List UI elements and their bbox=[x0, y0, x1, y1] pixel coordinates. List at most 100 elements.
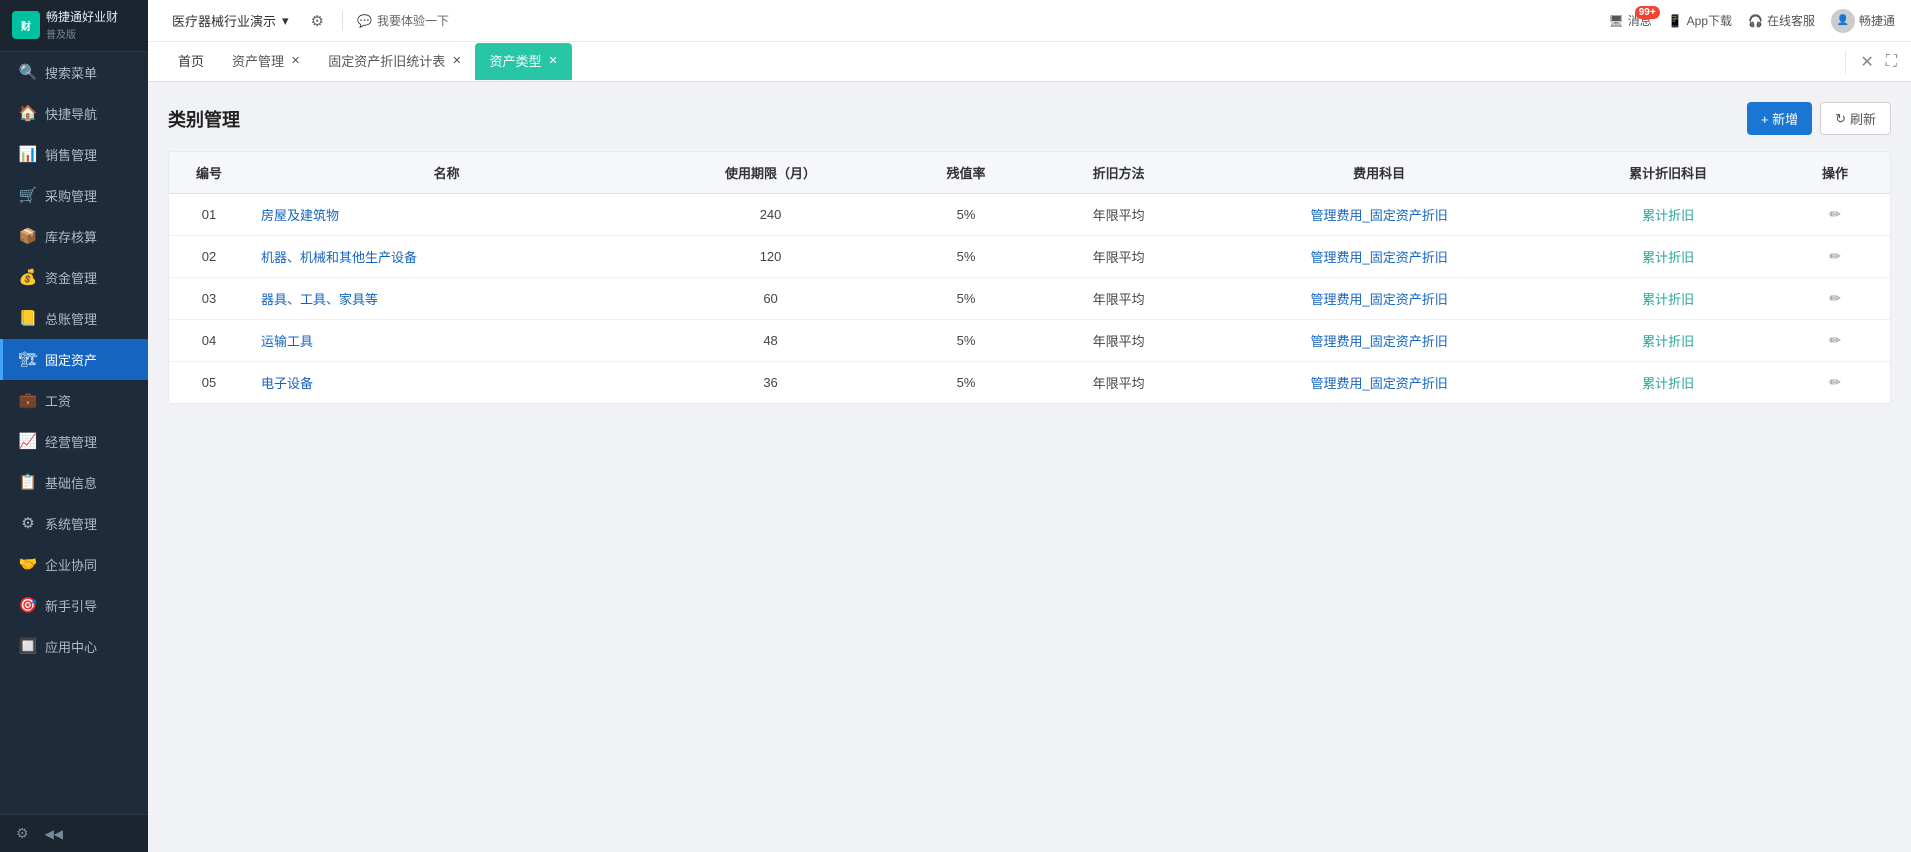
table-row: 02 机器、机械和其他生产设备 120 5% 年限平均 管理费用_固定资产折旧 … bbox=[169, 236, 1890, 278]
sidebar-item-label-basic-info: 基础信息 bbox=[45, 473, 97, 492]
table-body: 01 房屋及建筑物 240 5% 年限平均 管理费用_固定资产折旧 累计折旧 ✏… bbox=[169, 194, 1890, 404]
topbar-left: 医疗器械行业演示 ▾ ⚙ 💬 我要体验一下 bbox=[164, 7, 449, 34]
cell-expense-1: 管理费用_固定资产折旧 bbox=[1202, 236, 1556, 278]
sidebar-item-label-inventory: 库存核算 bbox=[45, 227, 97, 246]
sidebar-item-guide[interactable]: 🎯 新手引导 bbox=[0, 585, 148, 626]
cell-id-0: 01 bbox=[169, 194, 249, 236]
logo-subtitle: 普及版 bbox=[46, 26, 118, 41]
refresh-label: 刷新 bbox=[1850, 109, 1876, 128]
sidebar-item-purchase[interactable]: 🛒 采购管理 bbox=[0, 175, 148, 216]
online-service-button[interactable]: 🎧 在线客服 bbox=[1748, 12, 1815, 29]
message-badge: 99+ bbox=[1635, 6, 1660, 19]
sidebar-item-basic-info[interactable]: 📋 基础信息 bbox=[0, 462, 148, 503]
edit-icon-3[interactable]: ✏ bbox=[1829, 332, 1841, 348]
cell-residual-2: 5% bbox=[897, 278, 1035, 320]
maximize-window-icon[interactable]: ⛶ bbox=[1882, 51, 1901, 73]
sales-icon: 📊 bbox=[19, 145, 37, 163]
search-icon: 🔍 bbox=[19, 63, 37, 81]
table-row: 03 器具、工具、家具等 60 5% 年限平均 管理费用_固定资产折旧 累计折旧… bbox=[169, 278, 1890, 320]
cell-expense-0: 管理费用_固定资产折旧 bbox=[1202, 194, 1556, 236]
cell-period-4: 36 bbox=[644, 362, 897, 404]
logo-icon: 财 bbox=[12, 11, 40, 39]
user-menu[interactable]: 👤 畅捷通 bbox=[1831, 9, 1895, 33]
topbar-gear-icon[interactable]: ⚙ bbox=[307, 8, 328, 34]
tab-close-fixed-asset-depreciation[interactable]: ✕ bbox=[452, 54, 461, 67]
edit-icon-0[interactable]: ✏ bbox=[1829, 206, 1841, 222]
download-icon: 📱 bbox=[1668, 14, 1683, 28]
cell-expense-2: 管理费用_固定资产折旧 bbox=[1202, 278, 1556, 320]
operation-icon: 📈 bbox=[19, 432, 37, 450]
cell-name-2: 器具、工具、家具等 bbox=[249, 278, 644, 320]
sidebar-item-salary[interactable]: 💼 工资 bbox=[0, 380, 148, 421]
chevron-down-icon: ▾ bbox=[282, 13, 289, 29]
cell-method-4: 年限平均 bbox=[1035, 362, 1202, 404]
tab-close-asset-type[interactable]: ✕ bbox=[549, 54, 558, 67]
collapse-icon[interactable]: ◀◀ bbox=[45, 827, 63, 841]
table-col-使用期限（月）: 使用期限（月） bbox=[644, 152, 897, 194]
table-col-名称: 名称 bbox=[249, 152, 644, 194]
experience-button[interactable]: 💬 我要体验一下 bbox=[357, 12, 449, 29]
cell-name-4: 电子设备 bbox=[249, 362, 644, 404]
settings-icon[interactable]: ⚙ bbox=[16, 825, 29, 842]
topbar-right: 🖥 消息 99+ 📱 App下载 🎧 在线客服 👤 畅捷通 bbox=[1608, 9, 1895, 33]
table-col-折旧方法: 折旧方法 bbox=[1035, 152, 1202, 194]
tabbar-tabs: 首页资产管理✕固定资产折旧统计表✕ 资产类型 ✕ bbox=[164, 43, 1845, 80]
tab-close-asset-management[interactable]: ✕ bbox=[291, 54, 300, 67]
app-download-button[interactable]: 📱 App下载 bbox=[1668, 12, 1732, 29]
cell-id-2: 03 bbox=[169, 278, 249, 320]
cell-method-1: 年限平均 bbox=[1035, 236, 1202, 278]
sidebar-item-sales[interactable]: 📊 销售管理 bbox=[0, 134, 148, 175]
sidebar-item-search[interactable]: 🔍 搜索菜单 bbox=[0, 52, 148, 93]
sidebar-item-inventory[interactable]: 📦 库存核算 bbox=[0, 216, 148, 257]
tab-asset-management[interactable]: 资产管理✕ bbox=[218, 43, 314, 80]
cell-action-1: ✏ bbox=[1780, 236, 1890, 278]
table-row: 05 电子设备 36 5% 年限平均 管理费用_固定资产折旧 累计折旧 ✏ bbox=[169, 362, 1890, 404]
online-service-label: 在线客服 bbox=[1767, 12, 1815, 29]
user-name-label: 畅捷通 bbox=[1859, 12, 1895, 29]
edit-icon-4[interactable]: ✏ bbox=[1829, 374, 1841, 390]
page-header: 类别管理 + 新增 ↻ 刷新 bbox=[168, 102, 1891, 135]
sidebar-item-label-search: 搜索菜单 bbox=[45, 63, 97, 82]
cell-accumulate-2: 累计折旧 bbox=[1556, 278, 1780, 320]
sidebar-nav: 🔍 搜索菜单 🏠 快捷导航 📊 销售管理 🛒 采购管理 📦 库存核算 💰 资金管… bbox=[0, 52, 148, 814]
cell-id-3: 04 bbox=[169, 320, 249, 362]
main-area: 医疗器械行业演示 ▾ ⚙ 💬 我要体验一下 🖥 消息 99+ 📱 App下载 🎧 bbox=[148, 0, 1911, 852]
table-col-操作: 操作 bbox=[1780, 152, 1890, 194]
avatar: 👤 bbox=[1831, 9, 1855, 33]
sidebar-item-capital[interactable]: 💰 资金管理 bbox=[0, 257, 148, 298]
app-selector[interactable]: 医疗器械行业演示 ▾ bbox=[164, 7, 297, 34]
sidebar-item-quick-nav[interactable]: 🏠 快捷导航 bbox=[0, 93, 148, 134]
refresh-button[interactable]: ↻ 刷新 bbox=[1820, 102, 1891, 135]
tab-label-asset-type: 资产类型 bbox=[489, 51, 541, 70]
sidebar-item-operation[interactable]: 📈 经营管理 bbox=[0, 421, 148, 462]
tab-fixed-asset-depreciation[interactable]: 固定资产折旧统计表✕ bbox=[314, 43, 475, 80]
salary-icon: 💼 bbox=[19, 391, 37, 409]
sidebar-item-ledger[interactable]: 📒 总账管理 bbox=[0, 298, 148, 339]
content-area: 类别管理 + 新增 ↻ 刷新 编号名称使用期限（月）残值率折旧方法费用科目累计折… bbox=[148, 82, 1911, 852]
sidebar-item-app-center[interactable]: 🔲 应用中心 bbox=[0, 626, 148, 667]
edit-icon-2[interactable]: ✏ bbox=[1829, 290, 1841, 306]
experience-label: 我要体验一下 bbox=[377, 12, 449, 29]
edit-icon-1[interactable]: ✏ bbox=[1829, 248, 1841, 264]
tab-asset-type[interactable]: 资产类型 ✕ bbox=[475, 43, 571, 80]
cell-name-0: 房屋及建筑物 bbox=[249, 194, 644, 236]
sidebar-item-enterprise[interactable]: 🤝 企业协同 bbox=[0, 544, 148, 585]
cell-method-3: 年限平均 bbox=[1035, 320, 1202, 362]
refresh-icon: ↻ bbox=[1835, 111, 1846, 127]
tab-home[interactable]: 首页 bbox=[164, 43, 218, 80]
sidebar-item-system[interactable]: ⚙ 系统管理 bbox=[0, 503, 148, 544]
close-window-icon[interactable]: ✕ bbox=[1856, 50, 1877, 74]
cell-action-0: ✏ bbox=[1780, 194, 1890, 236]
message-button[interactable]: 🖥 消息 99+ bbox=[1608, 12, 1651, 29]
topbar-divider bbox=[342, 11, 343, 31]
sidebar-item-label-capital: 资金管理 bbox=[45, 268, 97, 287]
table-row: 04 运输工具 48 5% 年限平均 管理费用_固定资产折旧 累计折旧 ✏ bbox=[169, 320, 1890, 362]
cell-expense-4: 管理费用_固定资产折旧 bbox=[1202, 362, 1556, 404]
cell-accumulate-0: 累计折旧 bbox=[1556, 194, 1780, 236]
cell-method-2: 年限平均 bbox=[1035, 278, 1202, 320]
logo-text-block: 畅捷通好业财 普及版 bbox=[46, 10, 118, 41]
app-center-icon: 🔲 bbox=[19, 637, 37, 655]
new-button[interactable]: + 新增 bbox=[1747, 102, 1812, 135]
sidebar-item-fixed-asset[interactable]: 🏗 固定资产 bbox=[0, 339, 148, 380]
sidebar-item-label-operation: 经营管理 bbox=[45, 432, 97, 451]
